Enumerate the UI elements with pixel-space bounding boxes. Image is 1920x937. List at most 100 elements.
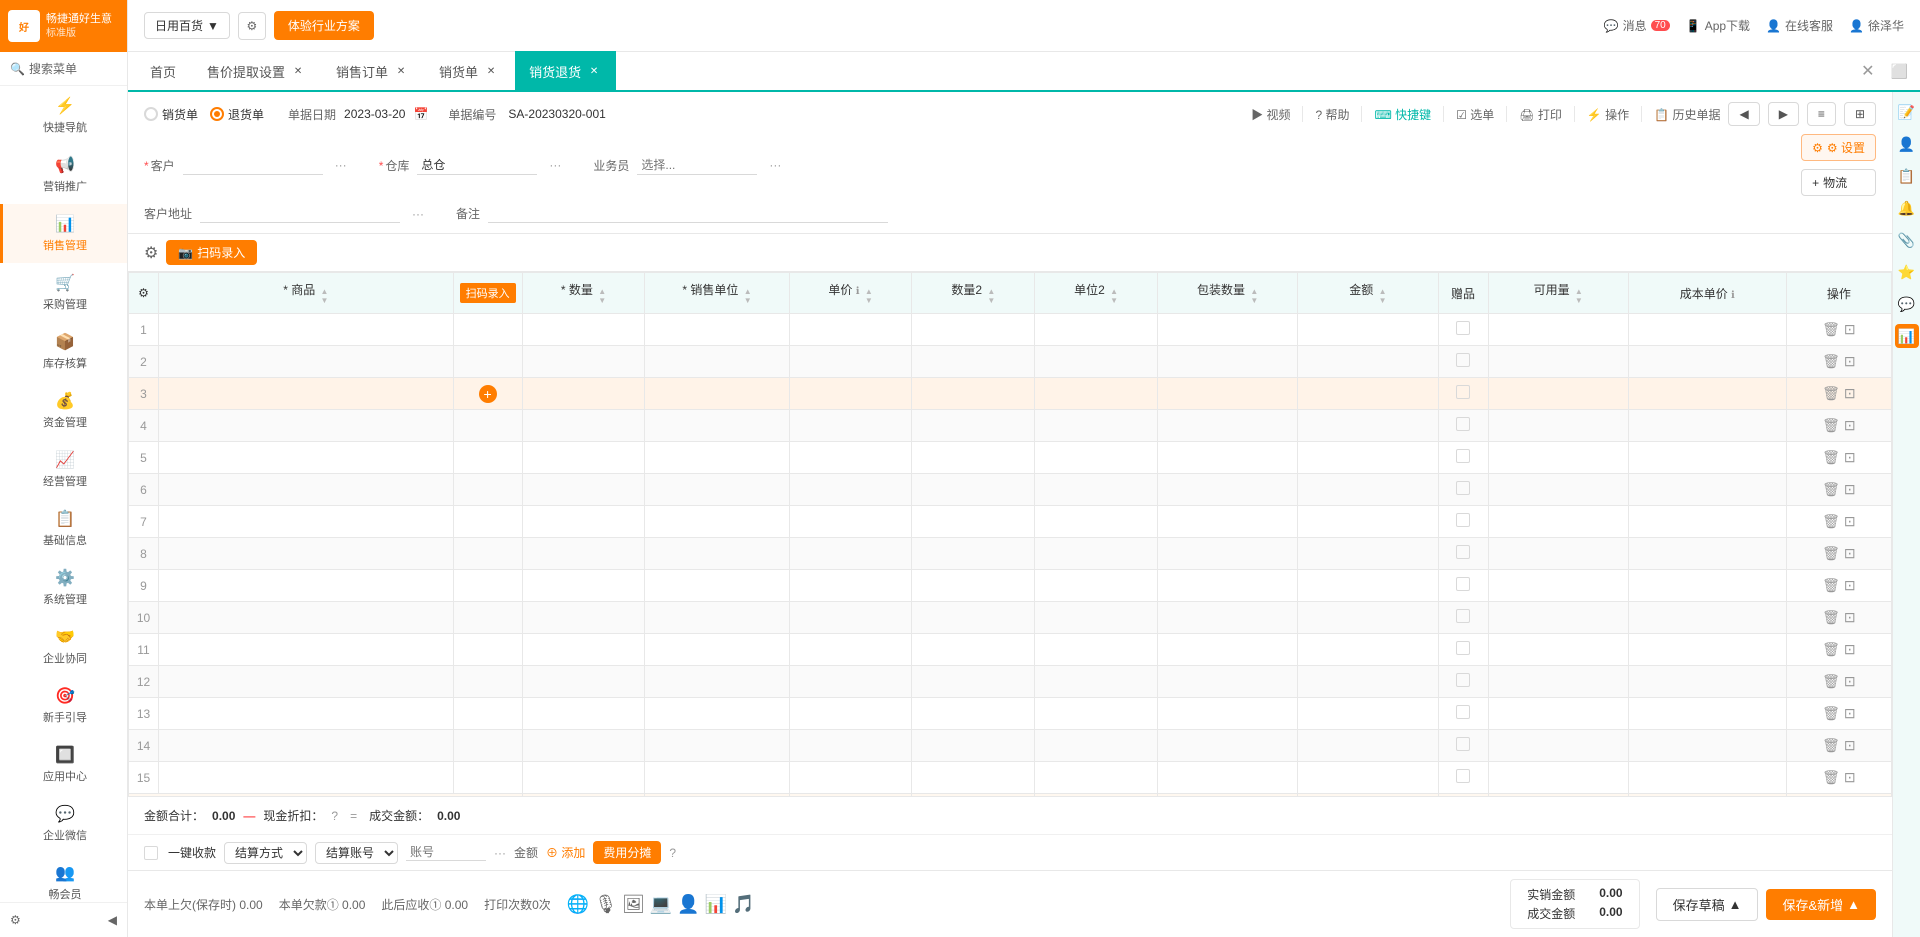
radio-sale-delivery[interactable]: 销货单 <box>144 106 198 123</box>
pack-qty-cell-12[interactable] <box>1157 666 1297 698</box>
app-download-button[interactable]: 📱 App下载 <box>1686 17 1750 34</box>
pack-qty-cell-9[interactable] <box>1157 570 1297 602</box>
gift-cell-2[interactable] <box>1438 346 1488 378</box>
product-cell-5[interactable] <box>159 442 454 474</box>
unit2-cell-12[interactable] <box>1035 666 1158 698</box>
sidebar-item-inventory[interactable]: 📦 库存核算 <box>0 322 127 381</box>
amount-cell-8[interactable] <box>1298 538 1438 570</box>
cost-price-cell-6[interactable] <box>1628 474 1786 506</box>
amount-cell-13[interactable] <box>1298 698 1438 730</box>
product-cell-10[interactable] <box>159 602 454 634</box>
delete-icon-5[interactable]: 🗑 <box>1822 449 1840 466</box>
cost-price-cell-14[interactable] <box>1628 730 1786 762</box>
sidebar-item-wechat[interactable]: 💬 企业微信 <box>0 794 127 853</box>
sidebar-item-operations[interactable]: 📈 经营管理 <box>0 440 127 499</box>
discount-help[interactable]: ? <box>331 809 338 823</box>
qty2-cell-2[interactable] <box>912 346 1035 378</box>
copy-icon-11[interactable]: ⊡ <box>1844 641 1856 658</box>
available-cell-7[interactable] <box>1488 506 1628 538</box>
available-cell-9[interactable] <box>1488 570 1628 602</box>
tab-home[interactable]: 首页 <box>136 51 191 91</box>
product-cell-2[interactable] <box>159 346 454 378</box>
sidebar-item-appstore[interactable]: 🔲 应用中心 <box>0 735 127 794</box>
cost-price-cell-1[interactable] <box>1628 314 1786 346</box>
tab-sale-return[interactable]: 销货退货 ✕ <box>515 51 616 91</box>
gift-cell-8[interactable] <box>1438 538 1488 570</box>
maximize-tab[interactable]: ⬜ <box>1887 59 1912 84</box>
amount-cell-10[interactable] <box>1298 602 1438 634</box>
unit-price-cell-2[interactable] <box>789 346 912 378</box>
sort-amount[interactable]: ▲▼ <box>1379 287 1387 305</box>
pack-qty-cell-2[interactable] <box>1157 346 1297 378</box>
sale-unit-cell-9[interactable] <box>645 570 789 602</box>
copy-icon-3[interactable]: ⊡ <box>1844 385 1856 402</box>
available-cell-4[interactable] <box>1488 410 1628 442</box>
cost-price-cell-4[interactable] <box>1628 410 1786 442</box>
available-cell-13[interactable] <box>1488 698 1628 730</box>
amount-cell-2[interactable] <box>1298 346 1438 378</box>
unit2-cell-2[interactable] <box>1035 346 1158 378</box>
gift-checkbox-1[interactable] <box>1456 321 1470 335</box>
qty-cell-4[interactable] <box>522 410 645 442</box>
cost-price-cell-5[interactable] <box>1628 442 1786 474</box>
amount-cell-7[interactable] <box>1298 506 1438 538</box>
gift-cell-4[interactable] <box>1438 410 1488 442</box>
product-cell-6[interactable] <box>159 474 454 506</box>
unit2-cell-3[interactable] <box>1035 378 1158 410</box>
gift-cell-14[interactable] <box>1438 730 1488 762</box>
table-container[interactable]: ⚙ * 商品 ▲▼ 扫码录入 * 数量 <box>128 272 1892 796</box>
sidebar-item-cooperation[interactable]: 🤝 企业协同 <box>0 617 127 676</box>
product-cell-15[interactable] <box>159 762 454 794</box>
qty2-cell-10[interactable] <box>912 602 1035 634</box>
sort-available[interactable]: ▲▼ <box>1575 287 1583 305</box>
gift-checkbox-6[interactable] <box>1456 481 1470 495</box>
pack-qty-cell-13[interactable] <box>1157 698 1297 730</box>
cost-price-cell-10[interactable] <box>1628 602 1786 634</box>
sale-unit-cell-7[interactable] <box>645 506 789 538</box>
settings-action-btn[interactable]: ⚙ ⚙ 设置 <box>1801 134 1876 161</box>
qty2-cell-9[interactable] <box>912 570 1035 602</box>
calc-method-select[interactable]: 结算方式 <box>224 842 307 864</box>
trial-button[interactable]: 体验行业方案 <box>274 11 374 40</box>
gift-cell-15[interactable] <box>1438 762 1488 794</box>
copy-icon-12[interactable]: ⊡ <box>1844 673 1856 690</box>
delete-icon-1[interactable]: 🗑 <box>1822 321 1840 338</box>
unit-price-cell-7[interactable] <box>789 506 912 538</box>
delete-icon-4[interactable]: 🗑 <box>1822 417 1840 434</box>
qty2-cell-4[interactable] <box>912 410 1035 442</box>
delete-icon-3[interactable]: 🗑 <box>1822 385 1840 402</box>
qty2-cell-6[interactable] <box>912 474 1035 506</box>
tab-sale-price[interactable]: 售价提取设置 ✕ <box>193 51 320 91</box>
address-dots[interactable]: ··· <box>412 207 424 221</box>
cost-price-cell-9[interactable] <box>1628 570 1786 602</box>
save-new-button[interactable]: 保存&新增 ▲ <box>1766 889 1876 920</box>
product-cell-9[interactable] <box>159 570 454 602</box>
gift-cell-9[interactable] <box>1438 570 1488 602</box>
close-all-tabs[interactable]: ✕ <box>1857 57 1878 85</box>
payment-checkbox[interactable] <box>144 846 158 860</box>
gift-checkbox-8[interactable] <box>1456 545 1470 559</box>
print-btn[interactable]: 🖨 打印 <box>1519 106 1562 123</box>
right-panel-icon-6[interactable]: ⭐ <box>1895 260 1919 284</box>
pack-qty-cell-7[interactable] <box>1157 506 1297 538</box>
product-cell-8[interactable] <box>159 538 454 570</box>
unit2-cell-1[interactable] <box>1035 314 1158 346</box>
copy-icon-4[interactable]: ⊡ <box>1844 417 1856 434</box>
available-cell-12[interactable] <box>1488 666 1628 698</box>
gift-checkbox-2[interactable] <box>1456 353 1470 367</box>
fee-help-icon[interactable]: ? <box>669 846 676 860</box>
right-panel-icon-4[interactable]: 🔔 <box>1895 196 1919 220</box>
sort-pack-qty[interactable]: ▲▼ <box>1250 287 1258 305</box>
qty-cell-7[interactable] <box>522 506 645 538</box>
unit-price-cell-6[interactable] <box>789 474 912 506</box>
col-add-row[interactable]: 扫码录入 <box>453 273 522 314</box>
cost-price-cell-12[interactable] <box>1628 666 1786 698</box>
unit-price-cell-9[interactable] <box>789 570 912 602</box>
pack-qty-cell-15[interactable] <box>1157 762 1297 794</box>
qty-cell-11[interactable] <box>522 634 645 666</box>
tab-sale-order[interactable]: 销售订单 ✕ <box>322 51 423 91</box>
history-btn[interactable]: 📋 历史单据 <box>1654 106 1720 123</box>
qty-cell-6[interactable] <box>522 474 645 506</box>
delete-icon-13[interactable]: 🗑 <box>1822 705 1840 722</box>
warehouse-dots[interactable]: ··· <box>549 158 561 172</box>
